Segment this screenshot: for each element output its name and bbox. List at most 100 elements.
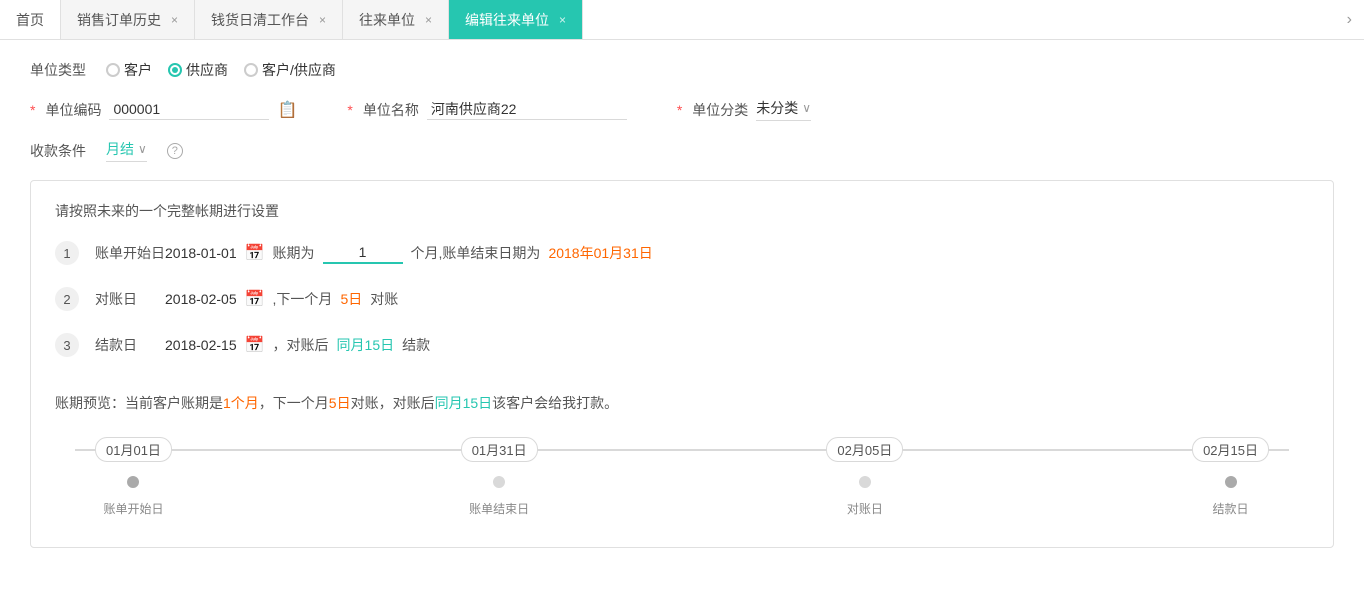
step-1-end-date: 2018年01月31日	[548, 243, 652, 263]
step-2-calendar-icon[interactable]: 📅	[245, 289, 265, 309]
tab-cash-work[interactable]: 钱货日清工作台 ×	[195, 0, 343, 39]
unit-name-group: * 单位名称	[347, 99, 626, 120]
radio-both-circle	[244, 63, 258, 77]
unit-category-star: *	[677, 102, 682, 118]
radio-customer-circle	[106, 63, 120, 77]
timeline-item-start: 01月01日 账单开始日	[95, 437, 172, 517]
step-2-prefix: ,下一个月	[273, 289, 333, 309]
timeline-label-end-bill: 账单结束日	[469, 500, 529, 517]
payment-term-row: 收款条件 月结 ∨ ?	[30, 139, 1334, 162]
step-1-calendar-icon[interactable]: 📅	[245, 243, 265, 263]
timeline-container: 01月01日 账单开始日 01月31日 账单结束日	[55, 437, 1309, 517]
unit-type-label: 单位类型	[30, 60, 86, 80]
unit-code-group: * 单位编码 📋	[30, 99, 297, 120]
step-2-suffix-after: 对账	[370, 289, 398, 309]
step-1-date-value: 2018-01-01	[165, 245, 237, 261]
tab-partner-close[interactable]: ×	[425, 13, 432, 27]
payment-term-help-icon[interactable]: ?	[167, 143, 183, 159]
radio-both[interactable]: 客户/供应商	[244, 60, 336, 80]
unit-type-radio-group: 客户 供应商 客户/供应商	[106, 60, 336, 80]
unit-category-value: 未分类	[756, 98, 798, 118]
unit-category-chevron-icon: ∨	[802, 101, 811, 115]
tab-sales-history-close[interactable]: ×	[171, 13, 178, 27]
timeline-badge-reconcile: 02月05日	[826, 437, 903, 462]
step-1-row: 1 账单开始日 2018-01-01 📅 账期为 个月,账单结束日期为 2018…	[55, 241, 1309, 265]
preview-period: 1个月	[223, 395, 259, 411]
step-3-row: 3 结款日 2018-02-15 📅 ，对账后 同月15日 结款	[55, 333, 1309, 357]
timeline-dot-start	[127, 476, 139, 488]
step-3-calendar-icon[interactable]: 📅	[245, 335, 265, 355]
radio-customer[interactable]: 客户	[106, 60, 152, 80]
timeline-badge-start: 01月01日	[95, 437, 172, 462]
step-3-date-value: 2018-02-15	[165, 337, 237, 353]
radio-supplier[interactable]: 供应商	[168, 60, 228, 80]
period-setting-card: 请按照未来的一个完整帐期进行设置 1 账单开始日 2018-01-01 📅 账期…	[30, 180, 1334, 548]
timeline-badge-end-bill: 01月31日	[461, 437, 538, 462]
main-content: 单位类型 客户 供应商 客户/供应商 * 单位编码 📋 * 单位名称	[0, 40, 1364, 608]
unit-code-calendar-icon[interactable]: 📋	[277, 100, 297, 120]
preview-mid1: ，下一个月	[259, 395, 329, 411]
timeline-items: 01月01日 账单开始日 01月31日 账单结束日	[95, 437, 1269, 517]
unit-category-group: * 单位分类 未分类 ∨	[677, 98, 811, 121]
tab-bar: 首页 销售订单历史 × 钱货日清工作台 × 往来单位 × 编辑往来单位 × ›	[0, 0, 1364, 40]
unit-name-label: 单位名称	[363, 100, 419, 120]
unit-type-row: 单位类型 客户 供应商 客户/供应商	[30, 60, 1334, 80]
step-1-suffix-mid: 个月,账单结束日期为	[411, 243, 541, 263]
preview-suffix: 该客户会给我打款。	[492, 395, 618, 411]
timeline-item-reconcile: 02月05日 对账日	[826, 437, 903, 517]
tab-home-label: 首页	[16, 10, 44, 30]
timeline-label-reconcile: 对账日	[847, 500, 883, 517]
timeline-badge-payment: 02月15日	[1192, 437, 1269, 462]
tab-cash-work-label: 钱货日清工作台	[211, 10, 309, 30]
radio-both-label: 客户/供应商	[262, 60, 336, 80]
tab-sales-history[interactable]: 销售订单历史 ×	[61, 0, 195, 39]
step-3-label: 结款日	[95, 335, 165, 355]
payment-term-select[interactable]: 月结 ∨	[106, 139, 147, 162]
unit-code-label: 单位编码	[45, 100, 101, 120]
step-1-label: 账单开始日	[95, 243, 165, 263]
preview-text: 账期预览：当前客户账期是1个月，下一个月5日对账，对账后同月15日该客户会给我打…	[55, 393, 1309, 413]
step-3-prefix: ，对账后	[273, 335, 329, 355]
tab-edit-partner-close[interactable]: ×	[559, 13, 566, 27]
unit-code-input[interactable]	[109, 99, 269, 120]
step-1-suffix-before: 账期为	[273, 243, 315, 263]
tab-expand-button[interactable]: ›	[1335, 0, 1364, 39]
timeline-dot-end-bill	[493, 476, 505, 488]
radio-customer-label: 客户	[124, 60, 152, 80]
tab-sales-history-label: 销售订单历史	[77, 10, 161, 30]
radio-supplier-label: 供应商	[186, 60, 228, 80]
payment-term-label: 收款条件	[30, 141, 86, 161]
timeline-label-start: 账单开始日	[103, 500, 163, 517]
tab-edit-partner-label: 编辑往来单位	[465, 10, 549, 30]
timeline-dot-reconcile	[859, 476, 871, 488]
unit-name-input[interactable]	[427, 99, 627, 120]
step-3-content: 2018-02-15 📅 ，对账后 同月15日 结款	[165, 335, 1309, 355]
timeline-dot-payment	[1225, 476, 1237, 488]
step-2-label: 对账日	[95, 289, 165, 309]
preview-prefix: 账期预览：当前客户账期是	[55, 395, 223, 411]
timeline-item-payment: 02月15日 结款日	[1192, 437, 1269, 517]
step-2-content: 2018-02-05 📅 ,下一个月 5日 对账	[165, 289, 1309, 309]
step-3-suffix-after: 结款	[402, 335, 430, 355]
payment-term-chevron-icon: ∨	[138, 142, 147, 156]
tab-edit-partner[interactable]: 编辑往来单位 ×	[449, 0, 583, 39]
unit-category-label: 单位分类	[692, 100, 748, 120]
tab-partner[interactable]: 往来单位 ×	[343, 0, 449, 39]
tab-home[interactable]: 首页	[0, 0, 61, 39]
radio-supplier-circle	[168, 63, 182, 77]
step-1-period-input[interactable]	[323, 242, 403, 264]
unit-info-row: * 单位编码 📋 * 单位名称 * 单位分类 未分类 ∨	[30, 98, 1334, 121]
preview-payment: 同月15日	[435, 395, 493, 411]
step-2-highlight1: 5日	[340, 289, 362, 309]
timeline-label-payment: 结款日	[1213, 500, 1249, 517]
payment-term-value: 月结	[106, 139, 134, 159]
tab-cash-work-close[interactable]: ×	[319, 13, 326, 27]
unit-code-star: *	[30, 102, 35, 118]
step-1-content: 2018-01-01 📅 账期为 个月,账单结束日期为 2018年01月31日	[165, 242, 1309, 264]
preview-mid2: 对账，对账后	[351, 395, 435, 411]
step-3-highlight2: 同月15日	[337, 335, 395, 355]
unit-category-select[interactable]: 未分类 ∨	[756, 98, 811, 121]
step-2-date-value: 2018-02-05	[165, 291, 237, 307]
preview-section: 账期预览：当前客户账期是1个月，下一个月5日对账，对账后同月15日该客户会给我打…	[55, 379, 1309, 517]
step-2-row: 2 对账日 2018-02-05 📅 ,下一个月 5日 对账	[55, 287, 1309, 311]
